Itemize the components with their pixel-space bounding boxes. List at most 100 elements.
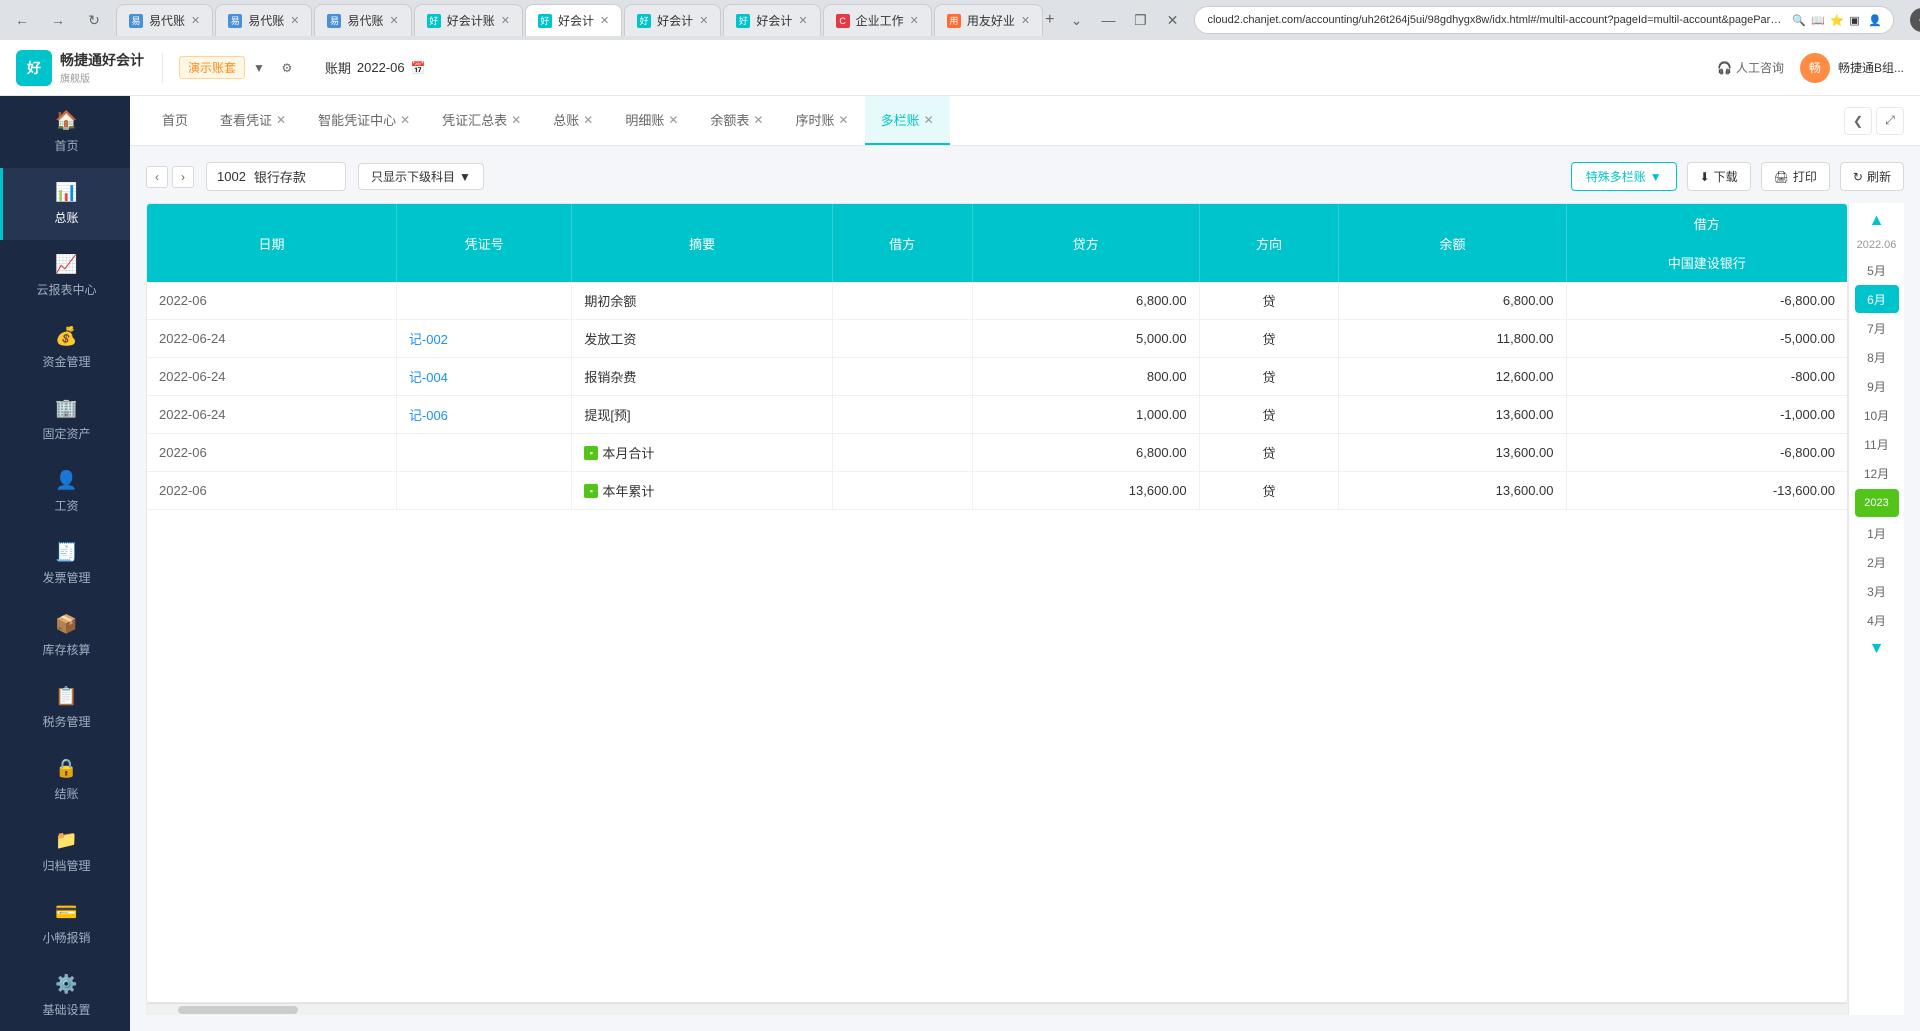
settings-button[interactable]: ⚙ [273,54,301,82]
dropdown-icon[interactable]: ▼ [253,61,265,75]
sidebar-item-tax[interactable]: 📋 税务管理 [0,672,130,744]
tab-voucher-summary[interactable]: 凭证汇总表 ✕ [426,96,537,145]
special-multicolumn-button[interactable]: 特殊多栏账 ▼ [1571,162,1677,191]
table-row[interactable]: 2022-06-24记-006提现[预]1,000.00贷13,600.00-1… [147,396,1847,434]
prev-account-button[interactable]: ‹ [146,166,168,188]
tab-expand-button[interactable]: ⤢ [1876,107,1904,135]
sidebar-icon[interactable]: ▣ [1849,14,1862,27]
horizontal-scrollbar[interactable] [146,1003,1848,1015]
tab-balance-close[interactable]: ✕ [753,113,763,127]
browser-tab-1[interactable]: 易 易代账 ✕ [116,4,213,36]
table-row[interactable]: 2022-06▪本年累计13,600.00贷13,600.00-13,600.0… [147,472,1847,510]
tab-collapse-button[interactable]: ❮ [1844,107,1872,135]
browser-tab-7[interactable]: 好 好会计 ✕ [723,4,820,36]
tab-detail-close[interactable]: ✕ [668,113,678,127]
tab-voucher-summary-close[interactable]: ✕ [511,113,521,127]
sidebar-item-ledger[interactable]: 📊 总账 [0,168,130,240]
tab-voucher-close[interactable]: ✕ [276,113,286,127]
filter-button[interactable]: 只显示下级科目 ▼ [358,163,484,190]
scrollbar-thumb[interactable] [178,1006,298,1014]
cal-month-2023-3[interactable]: 4月 [1855,606,1899,634]
tab-close-4[interactable]: ✕ [501,14,510,27]
tab-close-6[interactable]: ✕ [699,14,708,27]
tab-smart-voucher[interactable]: 智能凭证中心 ✕ [302,96,426,145]
search-icon[interactable]: 🔍 [1792,14,1805,27]
tab-close-5[interactable]: ✕ [600,14,609,27]
tab-smart-voucher-close[interactable]: ✕ [400,113,410,127]
sidebar-item-inventory[interactable]: 📦 库存核算 [0,600,130,672]
tab-close-2[interactable]: ✕ [290,14,299,27]
calendar-icon[interactable]: 📅 [411,61,426,75]
reload-button[interactable]: ↻ [80,6,108,34]
tab-close-9[interactable]: ✕ [1021,14,1030,27]
minimize-button[interactable]: — [1094,6,1122,34]
new-tab-button[interactable]: + [1045,6,1054,34]
tab-detail[interactable]: 明细账 ✕ [609,96,694,145]
close-window-button[interactable]: ✕ [1158,6,1186,34]
bookmark-icon[interactable]: ⭐ [1830,14,1843,27]
cell-r1-c1[interactable]: 记-002 [396,320,571,358]
address-bar[interactable]: cloud2.chanjet.com/accounting/uh26t264j5… [1194,6,1894,34]
cal-month-2022-7[interactable]: 12月 [1855,459,1899,487]
tab-home[interactable]: 首页 [146,96,204,145]
cell-r3-c1[interactable]: 记-006 [396,396,571,434]
tab-voucher[interactable]: 查看凭证 ✕ [204,96,302,145]
tab-general-ledger-close[interactable]: ✕ [583,113,593,127]
account-selector[interactable]: 1002 银行存款 [206,162,346,191]
browser-tab-5[interactable]: 好 好会计 ✕ [525,4,622,36]
browser-tab-9[interactable]: 用 用友好业 ✕ [934,4,1043,36]
cal-month-2022-2[interactable]: 7月 [1855,314,1899,342]
sidebar-item-invoice[interactable]: 🧾 发票管理 [0,528,130,600]
print-button[interactable]: 🖨 打印 [1761,162,1830,191]
tab-close-8[interactable]: ✕ [910,14,919,27]
reader-icon[interactable]: 📖 [1811,14,1824,27]
restore-button[interactable]: ❐ [1126,6,1154,34]
cal-month-2022-3[interactable]: 8月 [1855,343,1899,371]
browser-tab-6[interactable]: 好 好会计 ✕ [624,4,721,36]
tab-close-3[interactable]: ✕ [389,14,398,27]
table-row[interactable]: 2022-06-24记-002发放工资5,000.00贷11,800.00-5,… [147,320,1847,358]
table-row[interactable]: 2022-06▪本月合计6,800.00贷13,600.00-6,800.00 [147,434,1847,472]
sidebar-item-funds[interactable]: 💰 资金管理 [0,312,130,384]
cal-month-2022-0[interactable]: 5月 [1855,256,1899,284]
tab-balance[interactable]: 余额表 ✕ [694,96,779,145]
cal-year-badge-2023[interactable]: 2023 [1855,489,1899,517]
cal-month-2022-6[interactable]: 11月 [1855,430,1899,458]
table-row[interactable]: 2022-06-24记-004报销杂费800.00贷12,600.00-800.… [147,358,1847,396]
cal-month-2023-0[interactable]: 1月 [1855,519,1899,547]
tab-multi-column[interactable]: 多栏账 ✕ [865,96,950,145]
cal-month-2022-4[interactable]: 9月 [1855,372,1899,400]
incognito-button[interactable]: 👁 无痕模式 [1910,8,1920,32]
refresh-button[interactable]: ↻ 刷新 [1840,162,1904,191]
sidebar-item-archive[interactable]: 📁 归档管理 [0,816,130,888]
calendar-down-button[interactable]: ▼ [1863,635,1891,663]
tab-general-ledger[interactable]: 总账 ✕ [537,96,609,145]
tab-sequence[interactable]: 序时账 ✕ [779,96,864,145]
browser-tab-2[interactable]: 易 易代账 ✕ [215,4,312,36]
next-account-button[interactable]: › [172,166,194,188]
sidebar-item-salary[interactable]: 👤 工资 [0,456,130,528]
cal-month-2022-5[interactable]: 10月 [1855,401,1899,429]
sidebar-item-reports[interactable]: 📈 云报表中心 [0,240,130,312]
tab-close-7[interactable]: ✕ [798,14,807,27]
tab-close-1[interactable]: ✕ [191,14,200,27]
calendar-up-button[interactable]: ▲ [1863,207,1891,235]
profile-icon[interactable]: 👤 [1868,14,1881,27]
cal-month-2023-1[interactable]: 2月 [1855,548,1899,576]
browser-tab-4[interactable]: 好 好会计账 ✕ [414,4,523,36]
cal-month-2023-2[interactable]: 3月 [1855,577,1899,605]
sidebar-item-assets[interactable]: 🏢 固定资产 [0,384,130,456]
table-row[interactable]: 2022-06期初余额6,800.00贷6,800.00-6,800.00 [147,282,1847,320]
sidebar-item-close[interactable]: 🔒 结账 [0,744,130,816]
forward-button[interactable]: → [44,6,72,34]
sidebar-item-expense[interactable]: 💳 小畅报销 [0,888,130,960]
download-button[interactable]: ⬇ 下载 [1687,162,1751,191]
back-button[interactable]: ← [8,6,36,34]
sidebar-item-home[interactable]: 🏠 首页 [0,96,130,168]
browser-tab-8[interactable]: C 企业工作 ✕ [823,4,932,36]
cell-r2-c1[interactable]: 记-004 [396,358,571,396]
tab-list-button[interactable]: ⌄ [1062,6,1090,34]
browser-tab-3[interactable]: 易 易代账 ✕ [314,4,411,36]
sidebar-item-settings[interactable]: ⚙️ 基础设置 [0,960,130,1031]
tab-multi-column-close[interactable]: ✕ [924,113,934,127]
